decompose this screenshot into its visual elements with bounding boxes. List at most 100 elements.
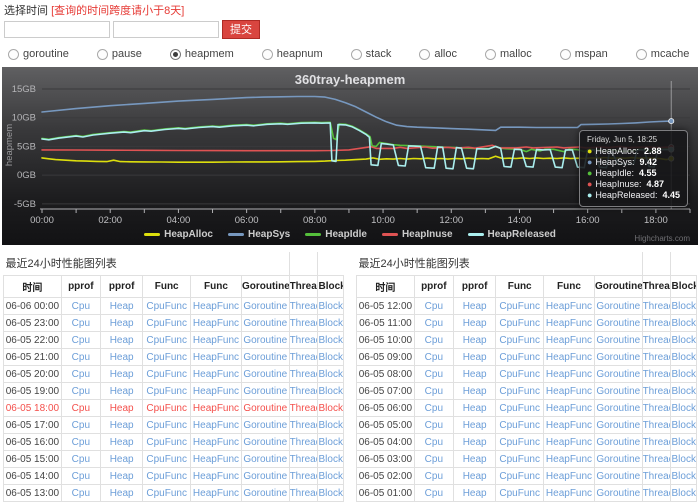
goroutine-profile-link[interactable]: Goroutine [596, 301, 640, 312]
start-time-input[interactable] [4, 21, 110, 38]
legend-item-heapsys[interactable]: HeapSys [228, 229, 290, 240]
block-profile-link[interactable]: Block [319, 352, 343, 363]
block-profile-link[interactable]: Block [319, 420, 343, 431]
metric-option-stack[interactable]: stack [351, 48, 392, 60]
radio-icon[interactable] [560, 49, 571, 60]
heap-profile-link[interactable]: Heap [463, 386, 487, 397]
thread-profile-link[interactable]: Thread [643, 420, 671, 431]
goroutine-profile-link[interactable]: Goroutine [243, 488, 287, 499]
thread-profile-link[interactable]: Thread [643, 301, 671, 312]
cpu-profile-link[interactable]: Cpu [425, 420, 443, 431]
cpufunc-profile-link[interactable]: CpuFunc [146, 420, 187, 431]
cpu-profile-link[interactable]: Cpu [72, 369, 90, 380]
goroutine-profile-link[interactable]: Goroutine [243, 301, 287, 312]
cpufunc-profile-link[interactable]: CpuFunc [146, 318, 187, 329]
goroutine-profile-link[interactable]: Goroutine [596, 386, 640, 397]
thread-profile-link[interactable]: Thread [643, 386, 671, 397]
cpufunc-profile-link[interactable]: CpuFunc [499, 420, 540, 431]
block-profile-link[interactable]: Block [672, 420, 696, 431]
block-profile-link[interactable]: Block [319, 403, 343, 414]
goroutine-profile-link[interactable]: Goroutine [596, 437, 640, 448]
block-profile-link[interactable]: Block [319, 335, 343, 346]
goroutine-profile-link[interactable]: Goroutine [243, 335, 287, 346]
legend-item-heapinuse[interactable]: HeapInuse [382, 229, 453, 240]
block-profile-link[interactable]: Block [319, 301, 343, 312]
cpufunc-profile-link[interactable]: CpuFunc [499, 318, 540, 329]
thread-profile-link[interactable]: Thread [643, 454, 671, 465]
cpufunc-profile-link[interactable]: CpuFunc [146, 403, 187, 414]
cpu-profile-link[interactable]: Cpu [425, 403, 443, 414]
heapfunc-profile-link[interactable]: HeapFunc [193, 318, 239, 329]
radio-icon[interactable] [419, 49, 430, 60]
heapfunc-profile-link[interactable]: HeapFunc [546, 301, 592, 312]
metric-option-malloc[interactable]: malloc [485, 48, 532, 60]
radio-icon[interactable] [485, 49, 496, 60]
goroutine-profile-link[interactable]: Goroutine [243, 318, 287, 329]
goroutine-profile-link[interactable]: Goroutine [243, 454, 287, 465]
cpu-profile-link[interactable]: Cpu [425, 335, 443, 346]
cpu-profile-link[interactable]: Cpu [425, 471, 443, 482]
heap-profile-link[interactable]: Heap [463, 352, 487, 363]
block-profile-link[interactable]: Block [672, 352, 696, 363]
cpufunc-profile-link[interactable]: CpuFunc [146, 301, 187, 312]
block-profile-link[interactable]: Block [672, 369, 696, 380]
radio-selected-icon[interactable] [170, 49, 181, 60]
block-profile-link[interactable]: Block [672, 386, 696, 397]
goroutine-profile-link[interactable]: Goroutine [243, 437, 287, 448]
cpu-profile-link[interactable]: Cpu [72, 301, 90, 312]
heap-profile-link[interactable]: Heap [110, 471, 134, 482]
goroutine-profile-link[interactable]: Goroutine [596, 352, 640, 363]
cpufunc-profile-link[interactable]: CpuFunc [146, 335, 187, 346]
block-profile-link[interactable]: Block [319, 454, 343, 465]
cpu-profile-link[interactable]: Cpu [72, 318, 90, 329]
cpufunc-profile-link[interactable]: CpuFunc [146, 369, 187, 380]
cpufunc-profile-link[interactable]: CpuFunc [499, 335, 540, 346]
goroutine-profile-link[interactable]: Goroutine [243, 369, 287, 380]
heapfunc-profile-link[interactable]: HeapFunc [193, 301, 239, 312]
heapfunc-profile-link[interactable]: HeapFunc [193, 386, 239, 397]
goroutine-profile-link[interactable]: Goroutine [596, 488, 640, 499]
radio-icon[interactable] [636, 49, 647, 60]
heap-profile-link[interactable]: Heap [463, 454, 487, 465]
cpu-profile-link[interactable]: Cpu [72, 437, 90, 448]
cpufunc-profile-link[interactable]: CpuFunc [146, 352, 187, 363]
goroutine-profile-link[interactable]: Goroutine [243, 420, 287, 431]
heapfunc-profile-link[interactable]: HeapFunc [193, 352, 239, 363]
thread-profile-link[interactable]: Thread [643, 403, 671, 414]
thread-profile-link[interactable]: Thread [290, 420, 318, 431]
metric-option-heapnum[interactable]: heapnum [262, 48, 323, 60]
heapfunc-profile-link[interactable]: HeapFunc [193, 488, 239, 499]
cpufunc-profile-link[interactable]: CpuFunc [499, 301, 540, 312]
submit-button[interactable]: 提交 [222, 20, 260, 39]
thread-profile-link[interactable]: Thread [643, 369, 671, 380]
goroutine-profile-link[interactable]: Goroutine [596, 454, 640, 465]
thread-profile-link[interactable]: Thread [290, 454, 318, 465]
cpufunc-profile-link[interactable]: CpuFunc [499, 488, 540, 499]
cpufunc-profile-link[interactable]: CpuFunc [499, 437, 540, 448]
cpu-profile-link[interactable]: Cpu [72, 420, 90, 431]
heapfunc-profile-link[interactable]: HeapFunc [546, 318, 592, 329]
block-profile-link[interactable]: Block [672, 301, 696, 312]
heap-profile-link[interactable]: Heap [110, 335, 134, 346]
highcharts-credits[interactable]: Highcharts.com [634, 234, 690, 243]
heapfunc-profile-link[interactable]: HeapFunc [546, 403, 592, 414]
radio-icon[interactable] [8, 49, 19, 60]
series-line-heapalloc[interactable] [42, 156, 671, 162]
block-profile-link[interactable]: Block [319, 437, 343, 448]
heapfunc-profile-link[interactable]: HeapFunc [546, 471, 592, 482]
heap-profile-link[interactable]: Heap [463, 369, 487, 380]
series-line-heapsys[interactable] [42, 97, 671, 131]
radio-icon[interactable] [351, 49, 362, 60]
goroutine-profile-link[interactable]: Goroutine [596, 369, 640, 380]
heap-profile-link[interactable]: Heap [463, 335, 487, 346]
heapfunc-profile-link[interactable]: HeapFunc [546, 454, 592, 465]
block-profile-link[interactable]: Block [672, 454, 696, 465]
goroutine-profile-link[interactable]: Goroutine [596, 471, 640, 482]
cpufunc-profile-link[interactable]: CpuFunc [146, 471, 187, 482]
radio-icon[interactable] [97, 49, 108, 60]
heap-profile-link[interactable]: Heap [463, 318, 487, 329]
cpu-profile-link[interactable]: Cpu [425, 437, 443, 448]
heapfunc-profile-link[interactable]: HeapFunc [546, 386, 592, 397]
thread-profile-link[interactable]: Thread [643, 471, 671, 482]
thread-profile-link[interactable]: Thread [290, 403, 318, 414]
